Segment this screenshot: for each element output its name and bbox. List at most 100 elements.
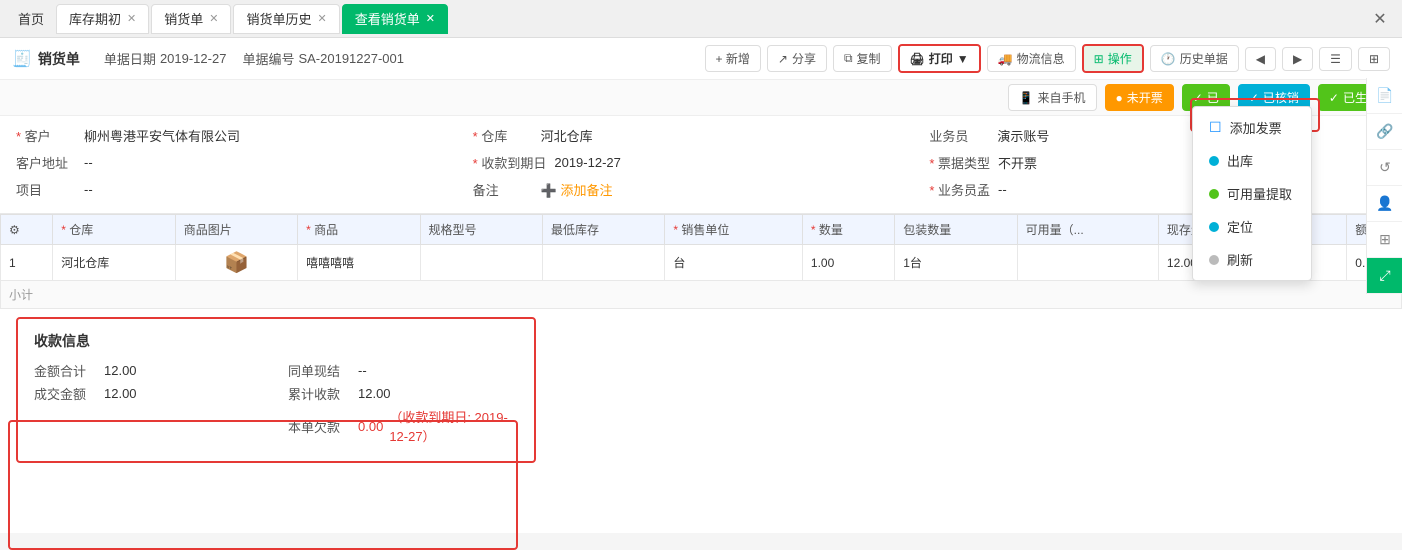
tab-close-inventory[interactable]: ✕ bbox=[127, 12, 136, 25]
dropdown-outbound[interactable]: 出库 bbox=[1193, 144, 1311, 177]
doc-title-icon: 🧾 bbox=[12, 49, 32, 69]
cell-warehouse: 河北仓库 bbox=[53, 245, 175, 281]
form-row-customer: 客户 柳州粤港平安气体有限公司 仓库 河北仓库 业务员 演示账号 bbox=[16, 126, 1386, 145]
dropdown-available-qty[interactable]: 可用量提取 bbox=[1193, 177, 1311, 210]
refresh-dot-icon bbox=[1209, 255, 1219, 265]
sidebar-document-icon[interactable]: 📄 bbox=[1367, 78, 1402, 114]
form-group-address: 客户地址 -- bbox=[16, 153, 473, 172]
tab-home[interactable]: 首页 bbox=[8, 4, 54, 34]
payment-total-value: 12.00 bbox=[104, 363, 137, 378]
col-warehouse: 仓库 bbox=[53, 215, 175, 245]
meta-date-value: 2019-12-27 bbox=[160, 51, 227, 66]
due-date-label: 收款到期日 bbox=[473, 153, 547, 172]
address-label: 客户地址 bbox=[16, 153, 76, 172]
locate-dot-icon bbox=[1209, 222, 1219, 232]
dropdown-refresh[interactable]: 刷新 bbox=[1193, 243, 1311, 276]
from-phone-button[interactable]: 📱 来自手机 bbox=[1008, 84, 1097, 111]
payment-cumulative-row: 累计收款 12.00 bbox=[288, 384, 518, 403]
payment-transaction-value: 12.00 bbox=[104, 386, 137, 401]
form-row-project: 项目 -- 备注 ➕ 添加备注 业务员孟 -- bbox=[16, 180, 1386, 199]
sidebar-table-icon[interactable]: ⊞ bbox=[1367, 222, 1402, 258]
cell-quantity: 1.00 bbox=[802, 245, 894, 281]
nav-next-button[interactable]: ▶ bbox=[1282, 47, 1313, 71]
logistics-button[interactable]: 🚚 物流信息 bbox=[987, 45, 1076, 72]
payment-box: 收款信息 金额合计 12.00 成交金额 12.00 同单现结 -- 累计收款 bbox=[16, 317, 536, 463]
meta-date-label: 单据日期 bbox=[104, 49, 156, 68]
payment-total-row: 金额合计 12.00 bbox=[34, 361, 264, 380]
print-icon: 🖨 bbox=[910, 52, 925, 66]
payment-transaction-label: 成交金额 bbox=[34, 384, 98, 403]
warehouse-value: 河北仓库 bbox=[541, 126, 661, 145]
tab-close-history[interactable]: ✕ bbox=[318, 12, 327, 25]
payment-outstanding-label: 本单欠款 bbox=[288, 417, 352, 436]
col-min-stock: 最低库存 bbox=[542, 215, 664, 245]
payment-cumulative-value: 12.00 bbox=[358, 386, 391, 401]
available-qty-dot-icon bbox=[1209, 189, 1219, 199]
nav-prev-button[interactable]: ◀ bbox=[1245, 47, 1276, 71]
project-label: 项目 bbox=[16, 180, 76, 199]
payment-same-order-value: -- bbox=[358, 363, 367, 378]
close-button[interactable]: ✕ bbox=[1366, 5, 1394, 33]
form-row-address: 客户地址 -- 收款到期日 2019-12-27 票据类型 不开票 bbox=[16, 153, 1386, 172]
cell-available bbox=[1017, 245, 1158, 281]
doc-title-text: 销货单 bbox=[38, 49, 80, 69]
sidebar-link-icon[interactable]: 🔗 bbox=[1367, 114, 1402, 150]
col-quantity: 数量 bbox=[802, 215, 894, 245]
payment-same-order-row: 同单现结 -- bbox=[288, 361, 518, 380]
cell-min-stock bbox=[542, 245, 664, 281]
sidebar-refresh-icon[interactable]: ↺ bbox=[1367, 150, 1402, 186]
col-product-img: 商品图片 bbox=[175, 215, 297, 245]
grid1-button[interactable]: ☰ bbox=[1319, 47, 1352, 71]
payment-transaction-row: 成交金额 12.00 bbox=[34, 384, 264, 403]
tab-inventory-init[interactable]: 库存期初 ✕ bbox=[56, 4, 149, 34]
payment-outstanding-row: 本单欠款 0.00 （收款到期日: 2019-12-27） bbox=[288, 407, 518, 445]
project-value: -- bbox=[84, 182, 204, 197]
share-icon: ↗ bbox=[778, 52, 788, 66]
copy-button[interactable]: ⧉ 复制 bbox=[833, 45, 892, 72]
toolbar-right: + 新增 ↗ 分享 ⧉ 复制 🖨 打印 ▼ 🚚 物流信息 ⊞ 操作 bbox=[705, 44, 1390, 73]
tab-sales-order[interactable]: 销货单 ✕ bbox=[151, 4, 231, 34]
employee-value: 演示账号 bbox=[997, 126, 1117, 145]
tab-close-sales[interactable]: ✕ bbox=[209, 12, 218, 25]
copy-icon: ⧉ bbox=[844, 51, 853, 66]
check-icon: ✓ bbox=[1193, 91, 1203, 105]
operations-button[interactable]: ⊞ 操作 bbox=[1082, 44, 1144, 73]
phone-icon: 📱 bbox=[1019, 91, 1034, 105]
sold-icon: ✓ bbox=[1249, 91, 1259, 105]
print-button[interactable]: 🖨 打印 ▼ bbox=[898, 44, 981, 73]
main-toolbar: 🧾 销货单 单据日期 2019-12-27 单据编号 SA-20191227-0… bbox=[0, 38, 1402, 80]
invoice-status-button[interactable]: ● 未开票 bbox=[1105, 84, 1174, 111]
operations-icon: ⊞ bbox=[1094, 52, 1104, 66]
payment-col-right: 同单现结 -- 累计收款 12.00 本单欠款 0.00 （收款到期日: 201… bbox=[288, 361, 518, 449]
doc-title-group: 🧾 销货单 bbox=[12, 49, 80, 69]
cell-pack-qty: 1台 bbox=[895, 245, 1017, 281]
col-spec: 规格型号 bbox=[420, 215, 542, 245]
salesperson-value: -- bbox=[998, 182, 1118, 197]
tab-view-sales[interactable]: 查看销货单 ✕ bbox=[342, 4, 448, 34]
add-note-button[interactable]: ➕ 添加备注 bbox=[541, 180, 661, 199]
doc-meta: 单据日期 2019-12-27 单据编号 SA-20191227-001 bbox=[104, 49, 404, 68]
payment-grid: 金额合计 12.00 成交金额 12.00 同单现结 -- 累计收款 12.00 bbox=[34, 361, 518, 449]
tab-sales-history[interactable]: 销货单历史 ✕ bbox=[233, 4, 339, 34]
meta-date: 单据日期 2019-12-27 bbox=[104, 49, 227, 68]
sidebar-expand-icon[interactable]: ⤢ bbox=[1367, 258, 1402, 294]
subtotal-row: 小计 bbox=[1, 281, 1402, 309]
document-area: 🧾 销货单 单据日期 2019-12-27 单据编号 SA-20191227-0… bbox=[0, 38, 1402, 533]
col-product: 商品 bbox=[298, 215, 420, 245]
cell-spec bbox=[420, 245, 542, 281]
col-sales-unit: 销售单位 bbox=[665, 215, 803, 245]
meta-no-value: SA-20191227-001 bbox=[298, 51, 404, 66]
meta-no: 单据编号 SA-20191227-001 bbox=[242, 49, 404, 68]
history-button[interactable]: 🕐 历史单据 bbox=[1150, 45, 1239, 72]
share-button[interactable]: ↗ 分享 bbox=[767, 45, 827, 72]
history-icon: 🕐 bbox=[1161, 52, 1176, 66]
sidebar-person-icon[interactable]: 👤 bbox=[1367, 186, 1402, 222]
tab-close-view-sales[interactable]: ✕ bbox=[426, 12, 435, 25]
dropdown-locate[interactable]: 定位 bbox=[1193, 210, 1311, 243]
payment-col-left: 金额合计 12.00 成交金额 12.00 bbox=[34, 361, 264, 449]
payment-title: 收款信息 bbox=[34, 331, 518, 351]
outbound-dot-icon bbox=[1209, 156, 1219, 166]
grid2-button[interactable]: ⊞ bbox=[1358, 47, 1390, 71]
dropdown-add-invoice[interactable]: ☐ 添加发票 bbox=[1193, 111, 1311, 144]
new-button[interactable]: + 新增 bbox=[705, 45, 761, 72]
